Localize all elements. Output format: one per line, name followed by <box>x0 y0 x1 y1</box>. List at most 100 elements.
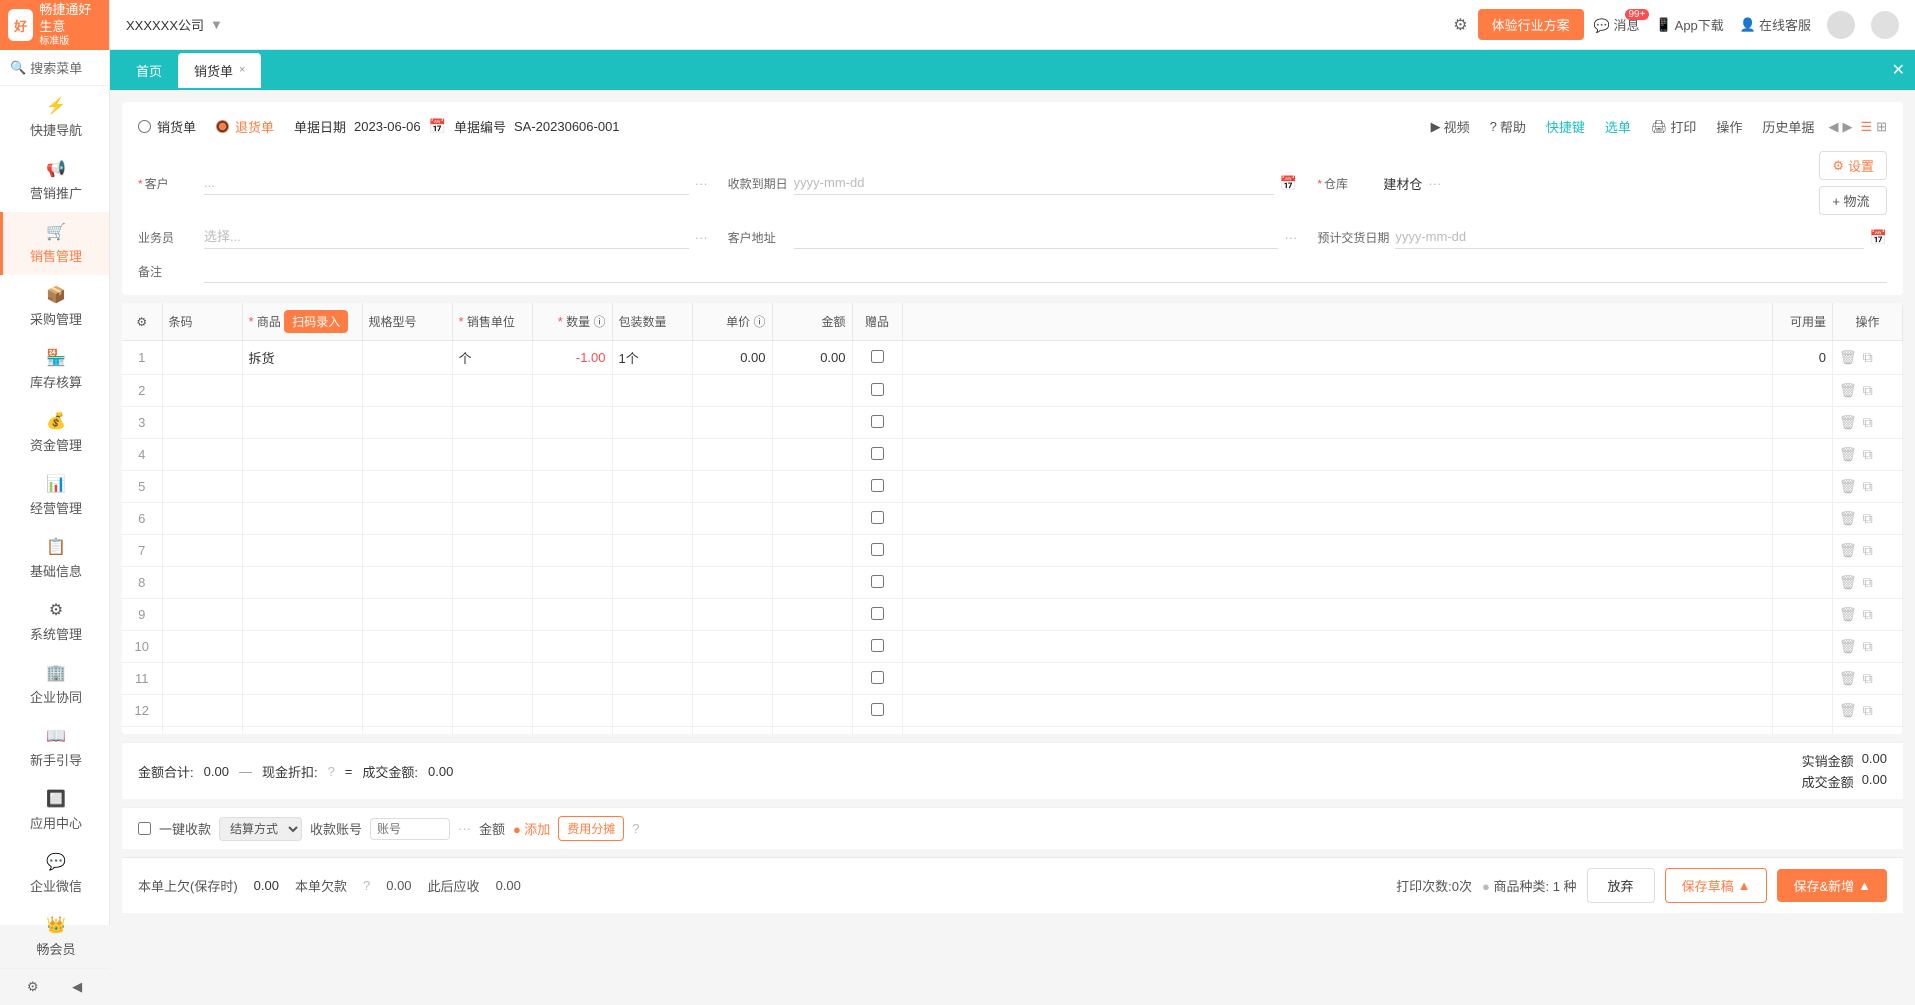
customer-more-icon[interactable]: ··· <box>695 176 708 191</box>
row-amount[interactable] <box>772 439 852 471</box>
row-price[interactable] <box>692 375 772 407</box>
customer-addr-input[interactable] <box>794 225 1279 249</box>
row-spec[interactable] <box>362 439 452 471</box>
row-gift[interactable] <box>852 503 902 535</box>
row-gift[interactable] <box>852 341 902 375</box>
row-price[interactable] <box>692 631 772 663</box>
row-price[interactable] <box>692 471 772 503</box>
row-qty[interactable] <box>532 471 612 503</box>
save-draft-button[interactable]: 保存草稿 ▲ <box>1665 868 1768 903</box>
expense-split-button[interactable]: 费用分摊 <box>558 816 624 841</box>
row-product[interactable] <box>242 663 362 695</box>
delete-icon[interactable]: 🗑 <box>1839 478 1857 495</box>
tab-home[interactable]: 首页 <box>120 53 178 88</box>
delete-icon[interactable]: 🗑 <box>1839 638 1857 655</box>
row-spec[interactable] <box>362 631 452 663</box>
row-gift[interactable] <box>852 663 902 695</box>
row-product[interactable] <box>242 727 362 735</box>
row-barcode[interactable] <box>162 341 242 375</box>
customer-input[interactable] <box>204 171 689 195</box>
row-price[interactable] <box>692 599 772 631</box>
row-qty[interactable]: -1.00 <box>532 341 612 375</box>
sidebar-item-库存核算[interactable]: 🏪库存核算 <box>0 338 109 401</box>
row-qty[interactable] <box>532 503 612 535</box>
copy-icon[interactable]: ⧉ <box>1863 670 1873 687</box>
row-gift[interactable] <box>852 375 902 407</box>
row-product[interactable] <box>242 439 362 471</box>
row-qty[interactable] <box>532 567 612 599</box>
row-amount[interactable] <box>772 503 852 535</box>
row-product[interactable] <box>242 599 362 631</box>
history-btn[interactable]: 历史单据 <box>1756 114 1820 139</box>
radio-sale[interactable]: 销货单 <box>138 117 196 136</box>
row-product[interactable] <box>242 567 362 599</box>
row-qty[interactable] <box>532 631 612 663</box>
row-barcode[interactable] <box>162 599 242 631</box>
row-spec[interactable] <box>362 503 452 535</box>
row-pkg[interactable] <box>612 631 692 663</box>
row-unit[interactable] <box>452 631 532 663</box>
row-barcode[interactable] <box>162 535 242 567</box>
row-product[interactable] <box>242 695 362 727</box>
row-pkg[interactable] <box>612 663 692 695</box>
delete-icon[interactable]: 🗑 <box>1839 702 1857 719</box>
row-pkg[interactable] <box>612 535 692 567</box>
row-unit[interactable] <box>452 695 532 727</box>
sidebar-item-基础信息[interactable]: 📋基础信息 <box>0 527 109 590</box>
copy-icon[interactable]: ⧉ <box>1863 638 1873 655</box>
expected-date-input[interactable] <box>1395 225 1863 249</box>
row-product[interactable] <box>242 503 362 535</box>
receive-date-calendar-icon[interactable]: 📅 <box>1280 175 1297 192</box>
row-amount[interactable] <box>772 471 852 503</box>
prev-icon[interactable]: ◀ <box>1828 119 1838 135</box>
sidebar-item-销售管理[interactable]: 🛒销售管理 <box>0 212 109 275</box>
row-unit[interactable]: 个 <box>452 341 532 375</box>
copy-icon[interactable]: ⧉ <box>1863 542 1873 559</box>
row-qty[interactable] <box>532 663 612 695</box>
row-gift[interactable] <box>852 567 902 599</box>
settings-button[interactable]: ⚙ 设置 <box>1819 151 1887 180</box>
row-product[interactable] <box>242 375 362 407</box>
remark-input[interactable] <box>204 259 1887 283</box>
row-price[interactable] <box>692 567 772 599</box>
delete-icon[interactable]: 🗑 <box>1839 606 1857 623</box>
sidebar-item-企业协同[interactable]: 🏢企业协同 <box>0 653 109 716</box>
select-btn[interactable]: 选单 <box>1599 114 1637 139</box>
row-product[interactable] <box>242 631 362 663</box>
row-pkg[interactable] <box>612 407 692 439</box>
copy-icon[interactable]: ⧉ <box>1863 702 1873 719</box>
sidebar-item-应用中心[interactable]: 🔲应用中心 <box>0 779 109 842</box>
next-icon[interactable]: ▶ <box>1842 119 1852 135</box>
app-download[interactable]: 📱 App下载 <box>1655 15 1723 34</box>
row-qty[interactable] <box>532 695 612 727</box>
copy-icon[interactable]: ⧉ <box>1863 574 1873 591</box>
row-product[interactable] <box>242 535 362 567</box>
copy-icon[interactable]: ⧉ <box>1863 510 1873 527</box>
help-btn[interactable]: ? 帮助 <box>1484 114 1532 139</box>
add-payment-button[interactable]: ● 添加 <box>513 819 550 838</box>
sidebar-item-快捷导航[interactable]: ⚡快捷导航 <box>0 86 109 149</box>
row-pkg[interactable] <box>612 503 692 535</box>
copy-icon[interactable]: ⧉ <box>1863 606 1873 623</box>
calc-method-select[interactable]: 结算方式 <box>219 817 302 841</box>
row-gift[interactable] <box>852 535 902 567</box>
delete-icon[interactable]: 🗑 <box>1839 414 1857 431</box>
row-spec[interactable] <box>362 663 452 695</box>
row-amount[interactable] <box>772 375 852 407</box>
warehouse-more-icon[interactable]: ··· <box>1428 176 1441 191</box>
row-pkg[interactable] <box>612 439 692 471</box>
row-price[interactable] <box>692 663 772 695</box>
row-spec[interactable] <box>362 535 452 567</box>
row-barcode[interactable] <box>162 631 242 663</box>
row-pkg[interactable] <box>612 599 692 631</box>
row-barcode[interactable] <box>162 503 242 535</box>
customer-addr-more-icon[interactable]: ··· <box>1284 230 1297 245</box>
operate-btn[interactable]: 操作 <box>1710 114 1748 139</box>
shortcut-btn[interactable]: 快捷键 <box>1540 114 1591 139</box>
tab-sales-order[interactable]: 销货单 × <box>178 53 261 88</box>
row-barcode[interactable] <box>162 375 242 407</box>
row-unit[interactable] <box>452 727 532 735</box>
row-pkg[interactable] <box>612 727 692 735</box>
copy-icon[interactable]: ⧉ <box>1863 414 1873 431</box>
row-gift[interactable] <box>852 407 902 439</box>
